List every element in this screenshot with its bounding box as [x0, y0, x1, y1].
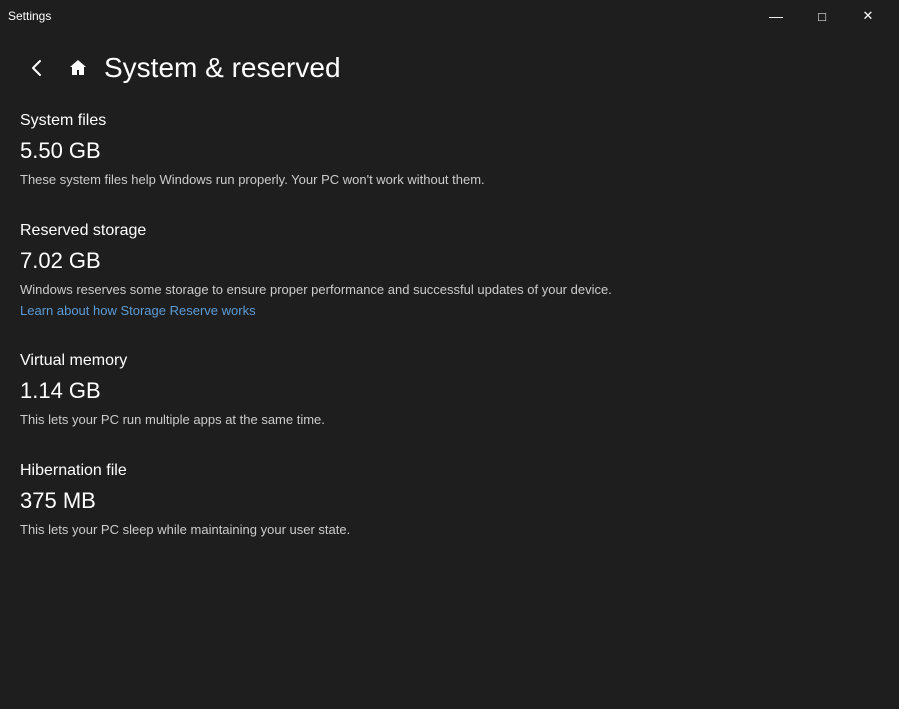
main-content: System & reserved System files 5.50 GB T…	[0, 32, 899, 591]
section-reserved-storage: Reserved storage 7.02 GB Windows reserve…	[20, 222, 879, 321]
title-bar-left: Settings	[8, 9, 51, 23]
back-arrow-icon	[30, 59, 42, 77]
title-bar-title: Settings	[8, 9, 51, 23]
page-title: System & reserved	[104, 52, 341, 84]
title-bar-controls: — □ ✕	[753, 0, 891, 32]
minimize-button[interactable]: —	[753, 0, 799, 32]
page-header: System & reserved	[20, 52, 879, 84]
sections-container: System files 5.50 GB These system files …	[20, 112, 879, 539]
section-size-reserved-storage: 7.02 GB	[20, 248, 879, 274]
section-title-virtual-memory: Virtual memory	[20, 352, 879, 370]
maximize-button[interactable]: □	[799, 0, 845, 32]
section-size-virtual-memory: 1.14 GB	[20, 378, 879, 404]
section-system-files: System files 5.50 GB These system files …	[20, 112, 879, 190]
maximize-icon: □	[818, 9, 826, 24]
section-title-system-files: System files	[20, 112, 879, 130]
section-link-reserved-storage[interactable]: Learn about how Storage Reserve works	[20, 303, 256, 318]
section-title-hibernation-file: Hibernation file	[20, 462, 879, 480]
section-description-hibernation-file: This lets your PC sleep while maintainin…	[20, 520, 670, 540]
minimize-icon: —	[769, 9, 783, 23]
close-button[interactable]: ✕	[845, 0, 891, 32]
section-title-reserved-storage: Reserved storage	[20, 222, 879, 240]
back-button[interactable]	[20, 52, 52, 84]
section-description-virtual-memory: This lets your PC run multiple apps at t…	[20, 410, 670, 430]
close-icon: ✕	[863, 8, 874, 24]
section-virtual-memory: Virtual memory 1.14 GB This lets your PC…	[20, 352, 879, 430]
home-icon	[68, 58, 88, 78]
section-hibernation-file: Hibernation file 375 MB This lets your P…	[20, 462, 879, 540]
section-description-system-files: These system files help Windows run prop…	[20, 170, 670, 190]
section-description-reserved-storage: Windows reserves some storage to ensure …	[20, 280, 670, 300]
section-size-hibernation-file: 375 MB	[20, 488, 879, 514]
section-size-system-files: 5.50 GB	[20, 138, 879, 164]
title-bar: Settings — □ ✕	[0, 0, 899, 32]
